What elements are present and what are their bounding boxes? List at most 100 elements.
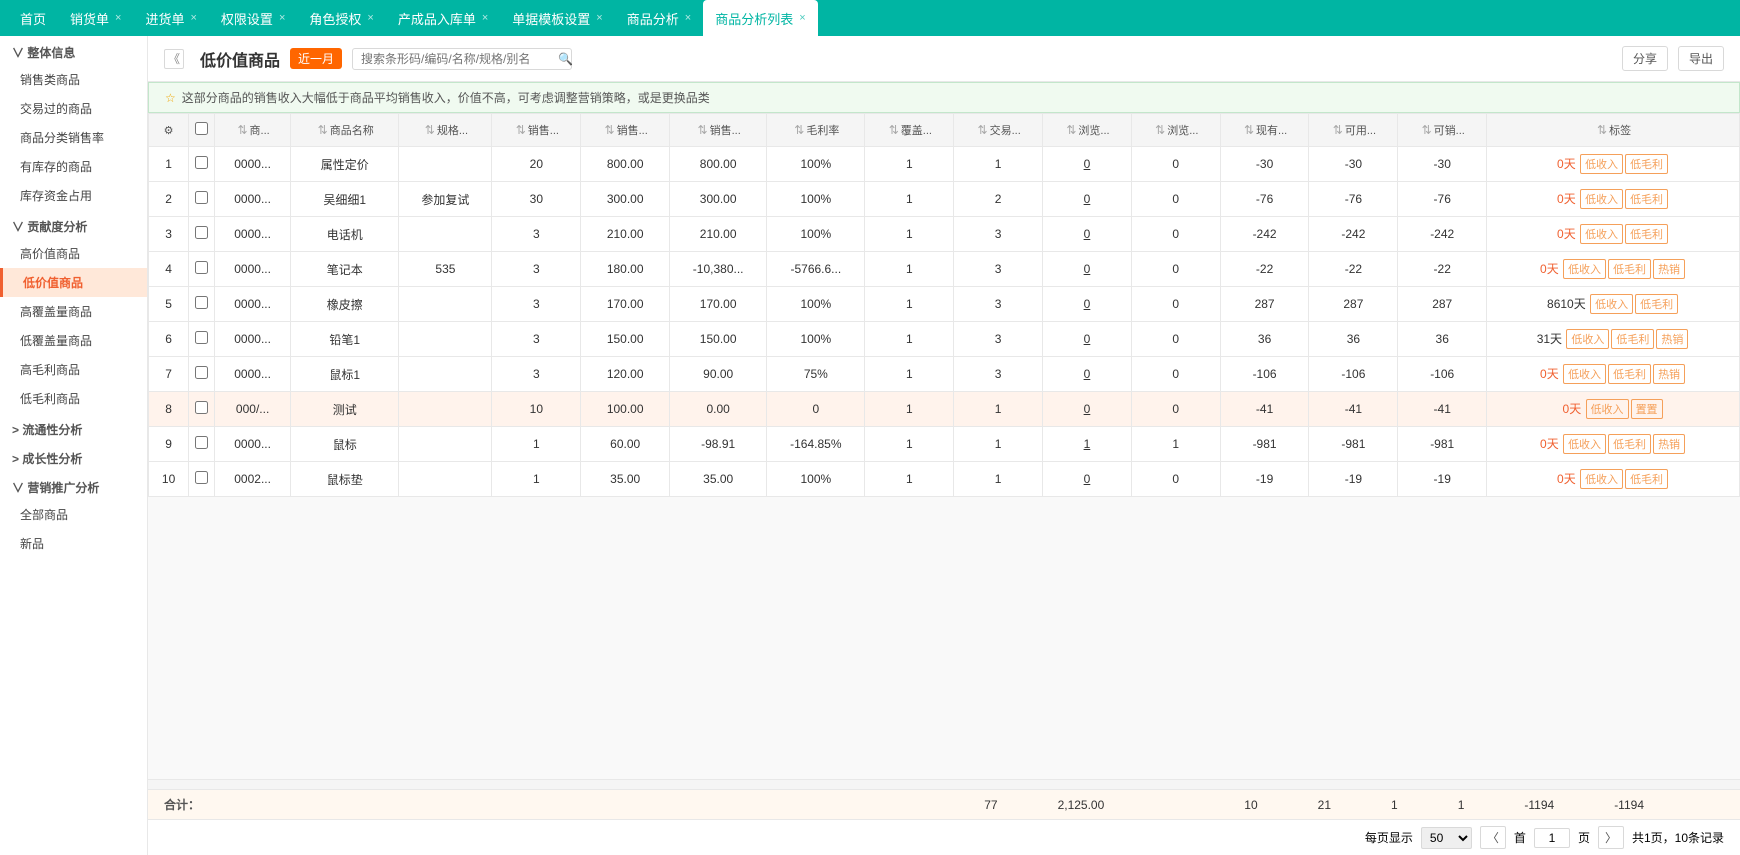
row-checkbox[interactable] <box>195 436 208 449</box>
cell-checkbox[interactable] <box>189 357 215 392</box>
cell-trade: 3 <box>954 217 1043 252</box>
tab-close-icon[interactable]: × <box>685 12 691 24</box>
col-cur[interactable]: ⇅现有... <box>1220 114 1309 147</box>
tab-close-icon[interactable]: × <box>115 12 121 24</box>
row-checkbox[interactable] <box>195 261 208 274</box>
filter-button[interactable]: 近一月 <box>290 48 342 69</box>
col-s1[interactable]: ⇅销售... <box>492 114 581 147</box>
row-checkbox[interactable] <box>195 191 208 204</box>
nav-tab[interactable]: 权限设置× <box>209 0 297 36</box>
row-checkbox[interactable] <box>195 331 208 344</box>
col-v2[interactable]: ⇅浏览... <box>1131 114 1220 147</box>
sidebar-item[interactable]: 商品分类销售率 <box>0 123 147 152</box>
col-cov[interactable]: ⇅覆盖... <box>865 114 954 147</box>
col-tags[interactable]: ⇅标签 <box>1487 114 1740 147</box>
nav-tab[interactable]: 首页 <box>8 0 58 36</box>
tab-close-icon[interactable]: × <box>799 12 805 24</box>
row-checkbox[interactable] <box>195 296 208 309</box>
sidebar-group-header[interactable]: > 流通性分析 <box>0 413 147 442</box>
footer-cur: -1194 <box>1524 798 1554 812</box>
tag-label: 低毛利 <box>1625 469 1668 489</box>
col-s2[interactable]: ⇅销售... <box>581 114 670 147</box>
cell-checkbox[interactable] <box>189 392 215 427</box>
col-v1[interactable]: ⇅浏览... <box>1043 114 1132 147</box>
select-all-checkbox[interactable] <box>195 122 208 135</box>
nav-tab[interactable]: 商品分析× <box>615 0 703 36</box>
col-spec[interactable]: ⇅规格... <box>399 114 492 147</box>
tag-label: 低收入 <box>1590 294 1633 314</box>
sidebar-group-header[interactable]: ∨ 整体信息 <box>0 36 147 65</box>
sidebar-item[interactable]: 库存资金占用 <box>0 181 147 210</box>
cell-s1: 3 <box>492 252 581 287</box>
tag-label: 低毛利 <box>1635 294 1678 314</box>
cell-cur: 287 <box>1220 287 1309 322</box>
cell-checkbox[interactable] <box>189 462 215 497</box>
sidebar-item[interactable]: 高覆盖量商品 <box>0 297 147 326</box>
col-checkbox[interactable] <box>189 114 215 147</box>
sidebar-item[interactable]: 交易过的商品 <box>0 94 147 123</box>
cell-sale: -106 <box>1398 357 1487 392</box>
row-checkbox[interactable] <box>195 471 208 484</box>
col-s3[interactable]: ⇅销售... <box>670 114 767 147</box>
tab-close-icon[interactable]: × <box>367 12 373 24</box>
per-page-select[interactable]: 50 100 200 <box>1421 827 1472 849</box>
tab-close-icon[interactable]: × <box>596 12 602 24</box>
sidebar-group-header[interactable]: ∨ 营销推广分析 <box>0 471 147 500</box>
sidebar-item[interactable]: 销售类商品 <box>0 65 147 94</box>
sidebar-item[interactable]: 低价值商品 <box>0 268 147 297</box>
cell-checkbox[interactable] <box>189 287 215 322</box>
tab-close-icon[interactable]: × <box>279 12 285 24</box>
nav-tab[interactable]: 进货单× <box>133 0 208 36</box>
nav-tab[interactable]: 角色授权× <box>297 0 385 36</box>
row-checkbox[interactable] <box>195 366 208 379</box>
sidebar-group-header[interactable]: ∨ 贡献度分析 <box>0 210 147 239</box>
tab-close-icon[interactable]: × <box>190 12 196 24</box>
row-checkbox[interactable] <box>195 156 208 169</box>
horizontal-scrollbar[interactable] <box>148 779 1740 789</box>
cell-checkbox[interactable] <box>189 252 215 287</box>
sidebar-item[interactable]: 全部商品 <box>0 500 147 529</box>
col-gear[interactable]: ⚙ <box>149 114 189 147</box>
row-checkbox[interactable] <box>195 401 208 414</box>
col-avail[interactable]: ⇅可用... <box>1309 114 1398 147</box>
cell-s2: 120.00 <box>581 357 670 392</box>
row-checkbox[interactable] <box>195 226 208 239</box>
sidebar-item[interactable]: 低毛利商品 <box>0 384 147 413</box>
nav-tab[interactable]: 商品分析列表× <box>703 0 817 36</box>
table-container[interactable]: ⚙ ⇅商... ⇅商品名称 ⇅规格... ⇅销售... ⇅销售... ⇅销售..… <box>148 113 1740 779</box>
tab-close-icon[interactable]: × <box>482 12 488 24</box>
sidebar-item[interactable]: 新品 <box>0 529 147 558</box>
col-margin[interactable]: ⇅毛利率 <box>767 114 865 147</box>
first-page-btn[interactable]: 〈 <box>1480 826 1506 849</box>
sidebar-item[interactable]: 高价值商品 <box>0 239 147 268</box>
cell-cur: -22 <box>1220 252 1309 287</box>
search-input[interactable] <box>352 48 572 70</box>
col-sale[interactable]: ⇅可销... <box>1398 114 1487 147</box>
share-button[interactable]: 分享 <box>1622 46 1668 71</box>
page-number-input[interactable] <box>1534 828 1570 848</box>
sidebar-item[interactable]: 高毛利商品 <box>0 355 147 384</box>
col-name[interactable]: ⇅商品名称 <box>291 114 399 147</box>
cell-s2: 150.00 <box>581 322 670 357</box>
cell-checkbox[interactable] <box>189 147 215 182</box>
sidebar-item[interactable]: 有库存的商品 <box>0 152 147 181</box>
col-code[interactable]: ⇅商... <box>215 114 291 147</box>
cell-checkbox[interactable] <box>189 182 215 217</box>
nav-tab[interactable]: 产成品入库单× <box>386 0 500 36</box>
page-title: 低价值商品 <box>200 47 280 71</box>
cell-margin: 75% <box>767 357 865 392</box>
search-icon[interactable]: 🔍 <box>558 52 573 66</box>
col-trade[interactable]: ⇅交易... <box>954 114 1043 147</box>
next-page-btn[interactable]: 〉 <box>1598 826 1624 849</box>
cell-checkbox[interactable] <box>189 427 215 462</box>
cell-checkbox[interactable] <box>189 217 215 252</box>
export-button[interactable]: 导出 <box>1678 46 1724 71</box>
total-pages-label: 共1页，10条记录 <box>1632 829 1724 846</box>
nav-tab[interactable]: 销货单× <box>58 0 133 36</box>
nav-tab[interactable]: 单据模板设置× <box>500 0 614 36</box>
collapse-sidebar-btn[interactable]: 《 <box>164 49 184 69</box>
cell-checkbox[interactable] <box>189 322 215 357</box>
sidebar-group-header[interactable]: > 成长性分析 <box>0 442 147 471</box>
cell-no: 1 <box>149 147 189 182</box>
sidebar-item[interactable]: 低覆盖量商品 <box>0 326 147 355</box>
